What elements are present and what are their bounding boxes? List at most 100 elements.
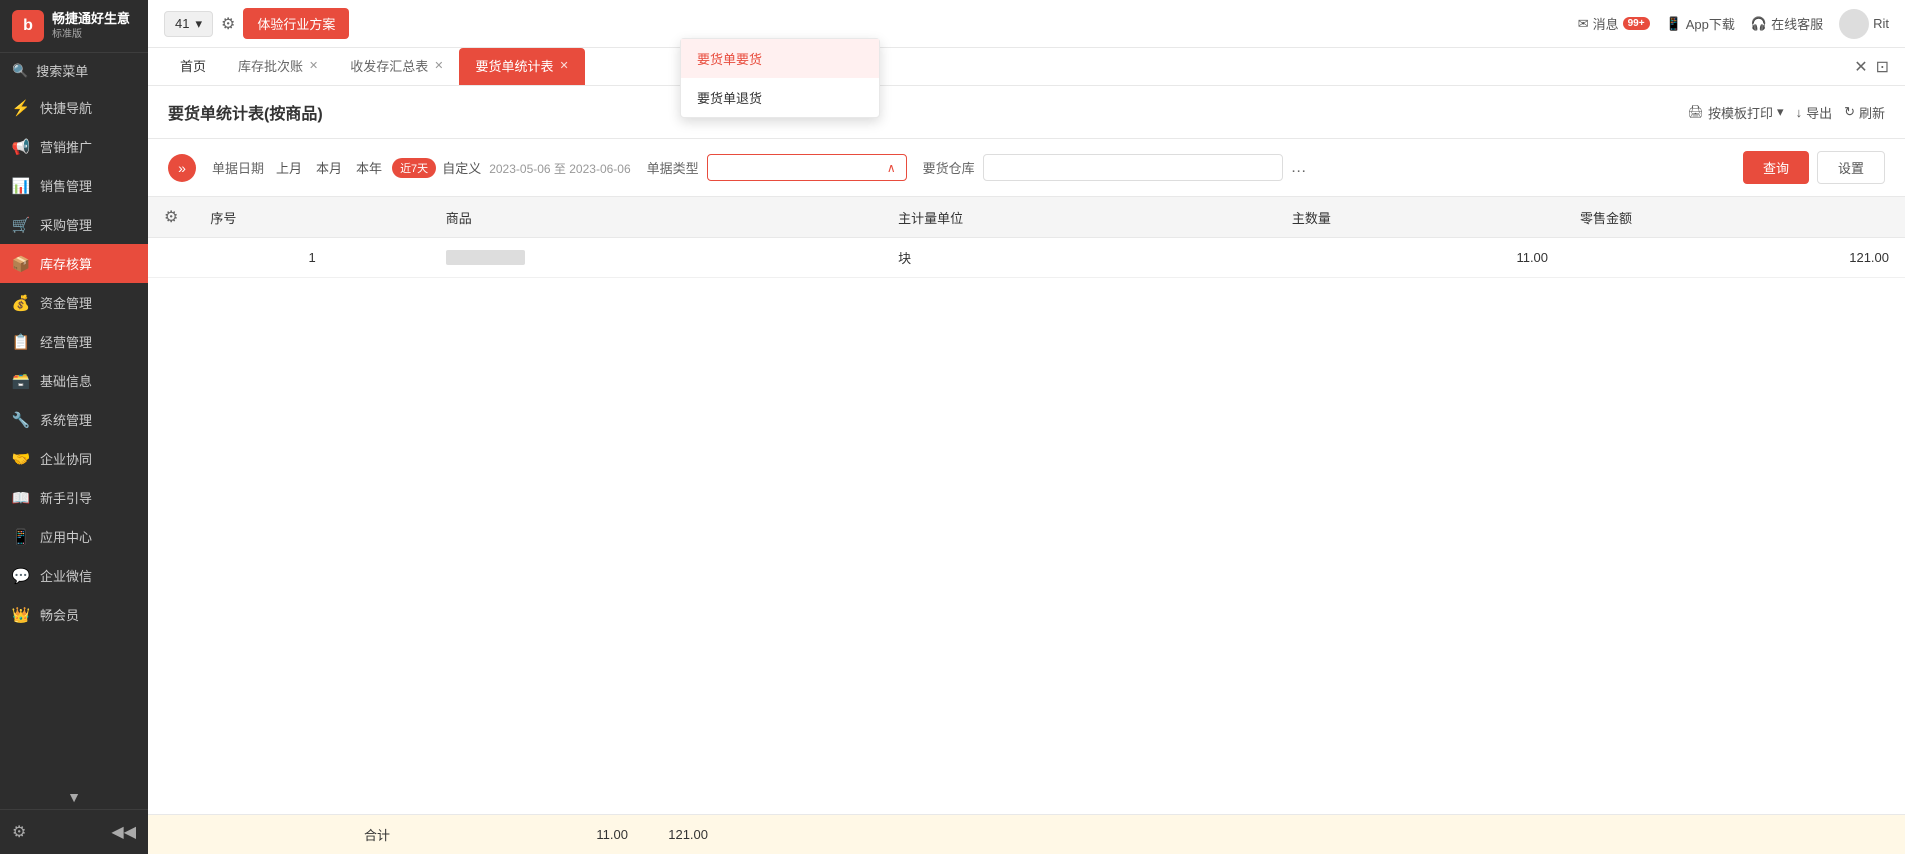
sidebar-item-guide[interactable]: 📖 新手引导 <box>0 478 148 517</box>
app-center-icon: 📱 <box>12 528 30 546</box>
tab-receivable-summary[interactable]: 收发存汇总表 ✕ <box>334 48 459 85</box>
col-quantity-header: 主数量 <box>1276 197 1564 238</box>
avatar <box>1839 9 1869 39</box>
row-amount-cell: 121.00 <box>1564 238 1905 278</box>
chevron-down-print-icon: ▾ <box>1777 104 1784 120</box>
version-select[interactable]: 41 ▾ <box>164 11 213 37</box>
sidebar-item-finance[interactable]: 💰 资金管理 <box>0 283 148 322</box>
phone-icon: 📱 <box>1666 16 1682 32</box>
topbar-left: 41 ▾ ⚙ 体验行业方案 <box>164 8 1566 39</box>
trial-button[interactable]: 体验行业方案 <box>243 8 349 39</box>
system-icon: 🔧 <box>12 411 30 429</box>
table-header-row: ⚙ 序号 商品 主计量单位 主数量 零售金额 <box>148 197 1905 238</box>
refresh-btn[interactable]: ↻ 刷新 <box>1844 103 1885 122</box>
sidebar-item-sales[interactable]: 📊 销售管理 <box>0 166 148 205</box>
filter-bar: » 单据日期 上月 本月 本年 近7天 自定义 2023-05-06 至 202… <box>148 139 1905 197</box>
sidebar-item-inventory[interactable]: 📦 库存核算 <box>0 244 148 283</box>
member-icon: 👑 <box>12 606 30 624</box>
chevron-down-icon: ▾ <box>195 16 202 32</box>
tab-close-order-summary[interactable]: ✕ <box>560 59 569 72</box>
export-btn[interactable]: ↓ 导出 <box>1796 103 1833 122</box>
expand-tabs-btn[interactable]: ⊡ <box>1876 57 1889 77</box>
sidebar-item-wechat[interactable]: 💬 企业微信 <box>0 556 148 595</box>
sidebar-item-member[interactable]: 👑 畅会员 <box>0 595 148 634</box>
tab-actions: ✕ ⊡ <box>1854 57 1889 77</box>
search-icon: 🔍 <box>12 63 28 79</box>
col-settings-icon[interactable]: ⚙ <box>164 209 178 226</box>
online-service-btn[interactable]: 🎧 在线客服 <box>1751 14 1823 33</box>
sidebar-logo: b 畅捷通好生意 标准版 <box>0 0 148 53</box>
tab-order-summary[interactable]: 要货单统计表 ✕ <box>459 48 584 85</box>
filter-expand-btn[interactable]: » <box>168 154 196 182</box>
this-month-btn[interactable]: 本月 <box>312 156 346 179</box>
last-month-btn[interactable]: 上月 <box>272 156 306 179</box>
row-unit-cell: 块 <box>882 238 1276 278</box>
sidebar-scroll-down[interactable]: ▼ <box>0 785 148 809</box>
type-select[interactable]: ∧ <box>707 154 907 181</box>
app-download-btn[interactable]: 📱 App下载 <box>1666 14 1735 33</box>
sidebar-bottom: ⚙ ◀◀ <box>0 809 148 854</box>
print-icon: 🖨 <box>1688 104 1705 120</box>
table-footer: 合计 11.00 121.00 <box>148 814 1905 854</box>
query-btn[interactable]: 查询 <box>1743 151 1809 184</box>
sidebar-item-quick-nav[interactable]: ⚡ 快捷导航 <box>0 88 148 127</box>
app-logo-icon: b <box>12 10 44 42</box>
footer-amount: 121.00 <box>644 827 724 842</box>
col-settings-header: ⚙ <box>148 197 194 238</box>
topbar-settings-icon[interactable]: ⚙ <box>221 14 235 34</box>
col-amount-header: 零售金额 <box>1564 197 1905 238</box>
sidebar-item-app-center[interactable]: 📱 应用中心 <box>0 517 148 556</box>
filter-settings-btn[interactable]: 设置 <box>1817 151 1885 184</box>
tab-close-receivable-summary[interactable]: ✕ <box>434 59 443 72</box>
topbar-right: ✉ 消息 99+ 📱 App下载 🎧 在线客服 Rit <box>1578 9 1889 39</box>
user-profile[interactable]: Rit <box>1839 9 1889 39</box>
guide-icon: 📖 <box>12 489 30 507</box>
refresh-icon: ↻ <box>1844 104 1855 120</box>
sidebar-nav: ⚡ 快捷导航 📢 营销推广 📊 销售管理 🛒 采购管理 📦 库存核算 💰 资金管… <box>0 88 148 785</box>
dropdown-item-order-return[interactable]: 要货单退货 <box>681 86 879 117</box>
tab-home[interactable]: 首页 <box>164 48 222 85</box>
table-row: 1 块 11.00 121.00 <box>148 238 1905 278</box>
warehouse-filter-group: 要货仓库 … <box>923 154 1727 181</box>
row-goods-cell <box>430 238 882 278</box>
messages-btn[interactable]: ✉ 消息 99+ <box>1578 14 1650 33</box>
date-shortcuts: 上月 本月 本年 近7天 自定义 <box>272 156 481 179</box>
warehouse-input[interactable] <box>983 154 1283 181</box>
topbar: 41 ▾ ⚙ 体验行业方案 ✉ 消息 99+ 📱 App下载 🎧 在线客服 R <box>148 0 1905 48</box>
print-template-btn[interactable]: 🖨 按模板打印 ▾ <box>1688 103 1784 122</box>
wechat-icon: 💬 <box>12 567 30 585</box>
settings-icon[interactable]: ⚙ <box>12 822 26 842</box>
marketing-icon: 📢 <box>12 138 30 156</box>
date-filter-group: 单据日期 上月 本月 本年 近7天 自定义 2023-05-06 至 2023-… <box>212 156 631 179</box>
collapse-icon[interactable]: ◀◀ <box>111 822 136 842</box>
purchase-icon: 🛒 <box>12 216 30 234</box>
type-select-input[interactable]: ∧ <box>707 154 907 181</box>
tab-inventory-batch[interactable]: 库存批次账 ✕ <box>222 48 334 85</box>
warehouse-more-btn[interactable]: … <box>1291 159 1307 177</box>
sidebar-item-basic[interactable]: 🗃️ 基础信息 <box>0 361 148 400</box>
footer-label: 合计 <box>364 825 564 844</box>
filter-actions: 查询 设置 <box>1743 151 1885 184</box>
sidebar-item-marketing[interactable]: 📢 营销推广 <box>0 127 148 166</box>
col-row-num-header: 序号 <box>194 197 429 238</box>
enterprise-icon: 🤝 <box>12 450 30 468</box>
type-filter-group: 单据类型 ∧ <box>647 154 907 181</box>
sidebar-item-enterprise[interactable]: 🤝 企业协同 <box>0 439 148 478</box>
this-year-btn[interactable]: 本年 <box>352 156 386 179</box>
data-table: ⚙ 序号 商品 主计量单位 主数量 零售金额 1 <box>148 197 1905 278</box>
sidebar-item-operation[interactable]: 📋 经营管理 <box>0 322 148 361</box>
sidebar-search[interactable]: 🔍 搜索菜单 <box>0 53 148 88</box>
sidebar-item-system[interactable]: 🔧 系统管理 <box>0 400 148 439</box>
app-logo-text: 畅捷通好生意 标准版 <box>52 10 130 42</box>
col-goods-header: 商品 <box>430 197 882 238</box>
date-range-display: 2023-05-06 至 2023-06-06 <box>489 158 630 177</box>
table-container: ⚙ 序号 商品 主计量单位 主数量 零售金额 1 <box>148 197 1905 814</box>
type-select-field[interactable] <box>718 160 879 175</box>
recent-7-days-btn[interactable]: 近7天 <box>392 158 436 178</box>
sidebar-item-purchase[interactable]: 🛒 采购管理 <box>0 205 148 244</box>
sales-icon: 📊 <box>12 177 30 195</box>
custom-date-btn[interactable]: 自定义 <box>442 158 481 177</box>
close-all-tabs-btn[interactable]: ✕ <box>1854 57 1867 77</box>
type-dropdown-menu: 要货单要货 要货单退货 <box>680 86 880 118</box>
tab-close-inventory-batch[interactable]: ✕ <box>309 59 318 72</box>
